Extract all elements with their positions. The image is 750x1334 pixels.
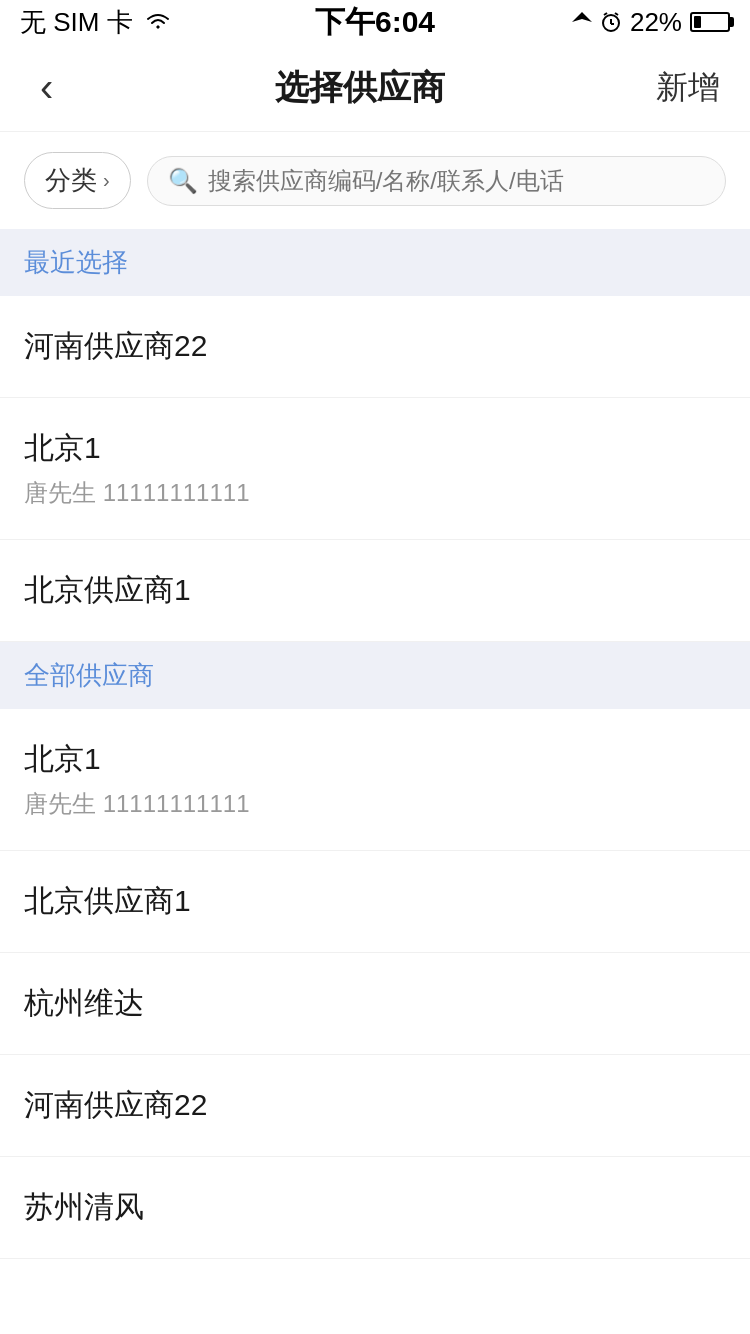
item-name: 河南供应商22 xyxy=(24,1085,726,1126)
recent-items-list: 河南供应商22 北京1 唐先生 11111111111 北京供应商1 xyxy=(0,296,750,642)
status-bar-right: 22% xyxy=(572,7,730,38)
item-name: 河南供应商22 xyxy=(24,326,726,367)
all-section-header: 全部供应商 xyxy=(0,642,750,709)
recent-section-header: 最近选择 xyxy=(0,229,750,296)
status-bar-left: 无 SIM 卡 xyxy=(20,5,173,40)
item-sub: 唐先生 11111111111 xyxy=(24,477,726,509)
list-item[interactable]: 河南供应商22 xyxy=(0,296,750,398)
item-name: 北京供应商1 xyxy=(24,881,726,922)
list-item[interactable]: 河南供应商22 xyxy=(0,1055,750,1157)
all-section-label: 全部供应商 xyxy=(24,660,154,690)
search-input[interactable] xyxy=(208,167,705,195)
item-name: 杭州维达 xyxy=(24,983,726,1024)
battery-percent: 22% xyxy=(630,7,682,38)
list-item[interactable]: 北京1 唐先生 11111111111 xyxy=(0,709,750,851)
item-name: 北京1 xyxy=(24,428,726,469)
category-label: 分类 xyxy=(45,163,97,198)
filter-bar: 分类 › 🔍 xyxy=(0,132,750,229)
new-button[interactable]: 新增 xyxy=(656,66,720,110)
nav-bar: ‹ 选择供应商 新增 xyxy=(0,44,750,132)
svg-line-4 xyxy=(615,13,618,15)
all-items-list: 北京1 唐先生 11111111111 北京供应商1 杭州维达河南供应商22 苏州清风 xyxy=(0,709,750,1259)
item-name: 北京1 xyxy=(24,739,726,780)
search-icon: 🔍 xyxy=(168,167,198,195)
recent-section-label: 最近选择 xyxy=(24,247,128,277)
alarm-icon xyxy=(600,11,622,33)
list-item[interactable]: 杭州维达 xyxy=(0,953,750,1055)
item-name: 北京供应商1 xyxy=(24,570,726,611)
category-filter[interactable]: 分类 › xyxy=(24,152,131,209)
status-bar: 无 SIM 卡 下午6:04 22% xyxy=(0,0,750,44)
no-sim-text: 无 SIM 卡 xyxy=(20,5,133,40)
wifi-icon xyxy=(143,11,173,33)
page-title: 选择供应商 xyxy=(63,65,656,111)
item-sub: 唐先生 11111111111 xyxy=(24,788,726,820)
status-bar-time: 下午6:04 xyxy=(315,2,435,43)
location-icon xyxy=(572,12,592,32)
search-box[interactable]: 🔍 xyxy=(147,156,726,206)
list-item[interactable]: 苏州清风 xyxy=(0,1157,750,1259)
back-button[interactable]: ‹ xyxy=(30,55,63,120)
list-item[interactable]: 北京供应商1 xyxy=(0,851,750,953)
chevron-right-icon: › xyxy=(103,169,110,192)
item-name: 苏州清风 xyxy=(24,1187,726,1228)
battery-icon xyxy=(690,12,730,32)
list-item[interactable]: 北京1 唐先生 11111111111 xyxy=(0,398,750,540)
svg-line-3 xyxy=(604,13,607,15)
list-item[interactable]: 北京供应商1 xyxy=(0,540,750,642)
